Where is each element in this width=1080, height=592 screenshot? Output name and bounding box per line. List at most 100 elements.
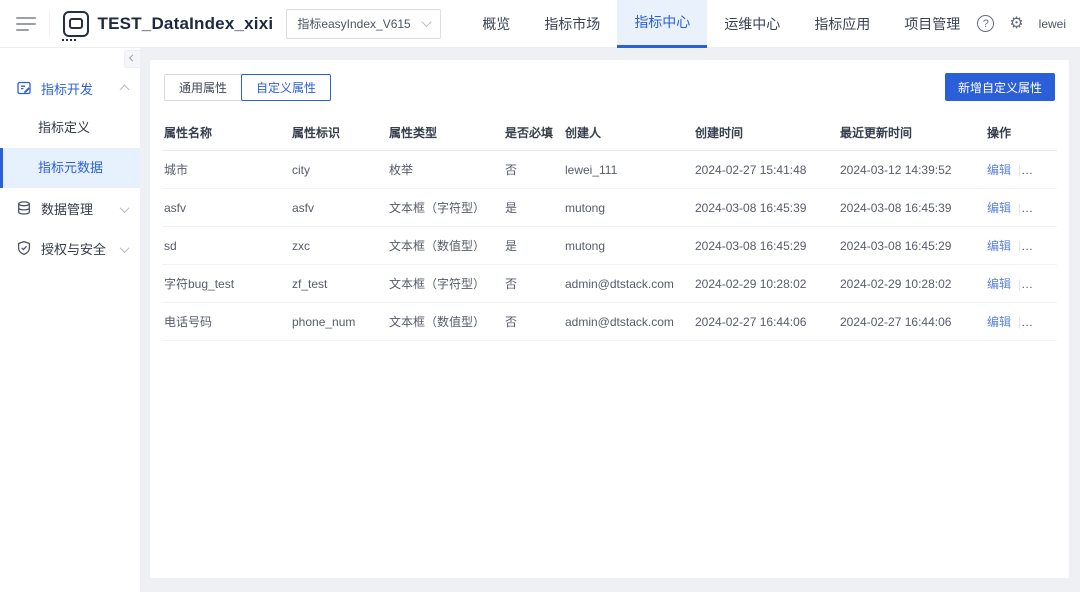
topbar-right: ? ⚙ lewei — [977, 15, 1066, 32]
action-divider: | — [1018, 239, 1022, 253]
sidebar: 指标开发指标定义 指标元数据数据管理授权与安全 — [0, 48, 140, 592]
nav-tab-2[interactable]: 指标中心 — [617, 0, 708, 48]
table-cell-actions: 编辑 | 删除 — [985, 302, 1057, 341]
column-header: 属性类型 — [387, 117, 503, 151]
table-cell-actions: 编辑 | 删除 — [985, 264, 1057, 303]
edit-doc-icon — [16, 80, 32, 96]
table-cell: phone_num — [290, 302, 387, 341]
username[interactable]: lewei — [1039, 17, 1066, 31]
database-icon — [16, 200, 32, 216]
table-cell: 2024-03-08 16:45:39 — [693, 188, 838, 227]
table-cell: asfv — [290, 188, 387, 227]
table-cell: 2024-02-27 16:44:06 — [693, 302, 838, 341]
chevron-left-icon — [128, 54, 137, 62]
chevron-down-icon — [119, 201, 130, 216]
tab-custom-attributes[interactable]: 自定义属性 — [241, 73, 332, 101]
tab-general-attributes[interactable]: 通用属性 — [164, 73, 243, 101]
table-cell: 否 — [503, 264, 563, 303]
project-select[interactable]: 指标easyIndex_V615 — [286, 8, 442, 39]
action-divider: | — [1018, 277, 1022, 291]
table-cell: city — [290, 150, 387, 189]
column-header: 创建时间 — [693, 117, 838, 151]
chevron-up-icon — [119, 81, 130, 96]
sidebar-group-1[interactable]: 数据管理 — [0, 188, 140, 228]
nav-tab-0[interactable]: 概览 — [465, 0, 527, 48]
sidebar-group-label: 数据管理 — [41, 201, 94, 217]
attribute-tabs: 通用属性 自定义属性 — [164, 73, 332, 101]
table-cell: 2024-02-27 15:41:48 — [693, 150, 838, 189]
table-cell: 文本框（数值型） — [387, 226, 503, 265]
sidebar-group-label: 指标开发 — [41, 81, 94, 97]
nav-tab-3[interactable]: 运维中心 — [707, 0, 797, 48]
topbar-divider — [48, 11, 50, 36]
shield-icon — [16, 240, 32, 256]
table-cell: 文本框（数值型） — [387, 302, 503, 341]
content-card: 通用属性 自定义属性 新增自定义属性 属性名称 属性标识 属性类型 是否必填 创建人 创建… — [150, 60, 1069, 578]
table-cell: 是 — [503, 188, 563, 227]
sidebar-group-label: 授权与安全 — [41, 241, 107, 257]
sidebar-item-0-0[interactable]: 指标定义 — [0, 108, 140, 148]
table-row: asfv asfv 文本框（字符型）是 mutong 2024-03-08 16:45:… — [162, 188, 1057, 227]
topbar: TEST_DataIndex_xixi 指标easyIndex_V615 概览指… — [0, 0, 1080, 48]
table-cell: zxc — [290, 226, 387, 265]
table-cell: 2024-03-12 14:39:52 — [838, 150, 985, 189]
table-cell: 否 — [503, 150, 563, 189]
help-icon[interactable]: ? — [977, 15, 995, 32]
table-cell: 2024-03-08 16:45:39 — [838, 188, 985, 227]
add-custom-attribute-button[interactable]: 新增自定义属性 — [944, 73, 1055, 101]
table-cell: zf_test — [290, 264, 387, 303]
table-cell: 文本框（字符型） — [387, 188, 503, 227]
nav-tab-4[interactable]: 指标应用 — [797, 0, 887, 48]
main-area: 通用属性 自定义属性 新增自定义属性 属性名称 属性标识 属性类型 是否必填 创建人 创建… — [140, 48, 1080, 592]
column-header: 属性标识 — [290, 117, 387, 151]
table-cell: 电话号码 — [162, 302, 290, 341]
table-cell: 枚举 — [387, 150, 503, 189]
table-cell-actions: 编辑 | 删除 — [985, 226, 1057, 265]
column-header: 操作 — [985, 117, 1057, 151]
table-cell: 2024-03-08 16:45:29 — [693, 226, 838, 265]
table-row: 电话号码 phone_num 文本框（数值型）否 admin@dtstack.com 2… — [162, 302, 1057, 341]
table-cell-actions: 编辑 | 删除 — [985, 150, 1057, 189]
action-divider: | — [1018, 163, 1022, 177]
edit-link[interactable]: 编辑 — [987, 201, 1011, 215]
table-cell: 是 — [503, 226, 563, 265]
action-divider: | — [1018, 315, 1022, 329]
nav-tab-1[interactable]: 指标市场 — [527, 0, 617, 48]
table-cell: 2024-02-29 10:28:02 — [693, 264, 838, 303]
table-row: 字符bug_test zf_test 文本框（字符型）否 admin@dtstack.… — [162, 264, 1057, 303]
table-cell: 城市 — [162, 150, 290, 189]
edit-link[interactable]: 编辑 — [987, 315, 1011, 329]
column-header: 是否必填 — [503, 117, 563, 151]
table-cell-actions: 编辑 | 删除 — [985, 188, 1057, 227]
nav-tab-5[interactable]: 项目管理 — [887, 0, 977, 48]
table-row: 城市 city 枚举否 lewei_111 2024-02-27 15:41:48 202… — [162, 150, 1057, 189]
top-navigation: 概览 指标市场 指标中心 运维中心 指标应用 项目管理 — [465, 0, 977, 48]
edit-link[interactable]: 编辑 — [987, 277, 1011, 291]
column-header: 最近更新时间 — [838, 117, 985, 151]
table-cell: admin@dtstack.com — [563, 264, 693, 303]
menu-toggle-icon[interactable] — [16, 16, 36, 31]
sidebar-group-2[interactable]: 授权与安全 — [0, 228, 140, 268]
sidebar-collapse-button[interactable] — [124, 50, 140, 68]
chevron-down-icon — [421, 17, 432, 28]
sidebar-group-0[interactable]: 指标开发 — [0, 68, 140, 108]
table-cell: 2024-03-08 16:45:29 — [838, 226, 985, 265]
table-cell: 2024-02-29 10:28:02 — [838, 264, 985, 303]
table-cell: 字符bug_test — [162, 264, 290, 303]
edit-link[interactable]: 编辑 — [987, 163, 1011, 177]
table-cell: admin@dtstack.com — [563, 302, 693, 341]
table-cell: mutong — [563, 226, 693, 265]
table-cell: sd — [162, 226, 290, 265]
column-header: 属性名称 — [162, 117, 290, 151]
table-cell: lewei_111 — [563, 150, 693, 189]
table-cell: 2024-02-27 16:44:06 — [838, 302, 985, 341]
edit-link[interactable]: 编辑 — [987, 239, 1011, 253]
sidebar-item-0-1[interactable]: 指标元数据 — [0, 148, 140, 188]
table-row: sd zxc 文本框（数值型）是 mutong 2024-03-08 16:45:29 2… — [162, 226, 1057, 265]
action-divider: | — [1018, 201, 1022, 215]
table-cell: 文本框（字符型） — [387, 264, 503, 303]
chevron-down-icon — [119, 241, 130, 256]
column-header: 创建人 — [563, 117, 693, 151]
table-cell: 否 — [503, 302, 563, 341]
gear-icon[interactable]: ⚙ — [1009, 15, 1023, 32]
